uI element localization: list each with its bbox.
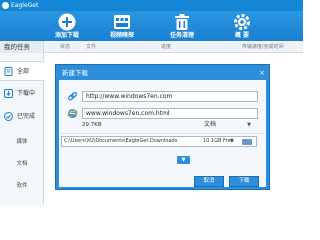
task-cleanup-label: 任务清理 <box>169 32 194 39</box>
task-cleanup-button[interactable]: 任务清理 <box>152 11 212 41</box>
divider <box>61 133 264 134</box>
new-download-dialog: 新建下载 × http://www.windows7en.com www.win… <box>55 64 270 190</box>
video-sniffer-label: 视频嗅探 <box>109 32 134 39</box>
save-path-field[interactable]: C:\Users\XU\Documents\EagleGet Downloads… <box>61 136 257 147</box>
add-download-label: 添加下载 <box>54 32 79 39</box>
file-type-value: 文档 <box>204 121 217 128</box>
save-path-text: C:\Users\XU\Documents\EagleGet Downloads <box>64 138 178 144</box>
toolbar: 添加下载 视频嗅探 任务清理 概 要 <box>0 11 303 41</box>
trash-icon <box>175 14 189 30</box>
video-sniffer-button[interactable]: 视频嗅探 <box>92 11 152 41</box>
sidebar-item-all[interactable]: 全部 <box>0 61 44 81</box>
sidebar-item-label: 已完成 <box>17 113 36 120</box>
url-row: http://www.windows7en.com <box>67 91 259 102</box>
all-tasks-icon <box>4 67 13 76</box>
column-status[interactable]: 状态 <box>60 41 70 53</box>
video-sniffer-icon <box>114 15 130 29</box>
eagleget-logo-icon <box>2 2 9 9</box>
file-type-select[interactable]: 文档 ▼ <box>204 120 254 130</box>
file-size: 29.7KB <box>82 122 102 128</box>
chevron-down-icon: ▼ <box>247 122 251 128</box>
column-header-bar: 我的任务 状态 文件 进度 传输速度/完成时间 <box>0 41 303 53</box>
column-speed-time[interactable]: 传输速度/完成时间 <box>242 41 284 53</box>
column-file[interactable]: 文件 <box>86 41 96 53</box>
filename-row: www.windows7en.com.html <box>67 108 259 119</box>
sidebar: 全部 下载中 已完成 媒体 文档 软件 <box>0 53 44 205</box>
cancel-button[interactable]: 取消 <box>194 176 224 187</box>
dialog-body: http://www.windows7en.com www.windows7en… <box>59 80 266 187</box>
sidebar-item-downloading[interactable]: 下载中 <box>0 84 44 104</box>
my-tasks-title: 我的任务 <box>0 41 44 53</box>
add-icon <box>58 13 76 31</box>
settings-icon <box>234 14 250 30</box>
url-input[interactable]: http://www.windows7en.com <box>82 91 258 102</box>
sidebar-item-completed[interactable]: 已完成 <box>0 107 44 127</box>
downloading-icon <box>4 89 13 98</box>
add-download-button[interactable]: 添加下载 <box>37 11 97 41</box>
summary-settings-button[interactable]: 概 要 <box>212 11 272 41</box>
close-icon[interactable]: × <box>259 68 265 78</box>
sidebar-category-software[interactable]: 软件 <box>0 181 44 189</box>
download-button[interactable]: 下载 <box>229 176 259 187</box>
sidebar-category-media[interactable]: 媒体 <box>0 137 44 145</box>
chevron-down-icon[interactable]: ▼ <box>230 137 234 146</box>
sidebar-item-label: 下载中 <box>17 90 36 97</box>
folder-icon[interactable] <box>242 139 252 145</box>
app-title: EagleGet <box>11 2 39 9</box>
completed-icon <box>4 112 13 121</box>
summary-settings-label: 概 要 <box>234 32 250 39</box>
expand-options-button[interactable]: ▼ <box>177 156 190 164</box>
filename-input[interactable]: www.windows7en.com.html <box>82 108 258 119</box>
column-progress[interactable]: 进度 <box>161 41 171 53</box>
sidebar-category-documents[interactable]: 文档 <box>0 159 44 167</box>
ie-file-icon <box>67 109 78 118</box>
dialog-title: 新建下载 <box>62 69 88 77</box>
sidebar-item-label: 全部 <box>17 68 30 75</box>
title-bar: EagleGet <box>0 0 303 11</box>
link-icon <box>68 92 77 101</box>
